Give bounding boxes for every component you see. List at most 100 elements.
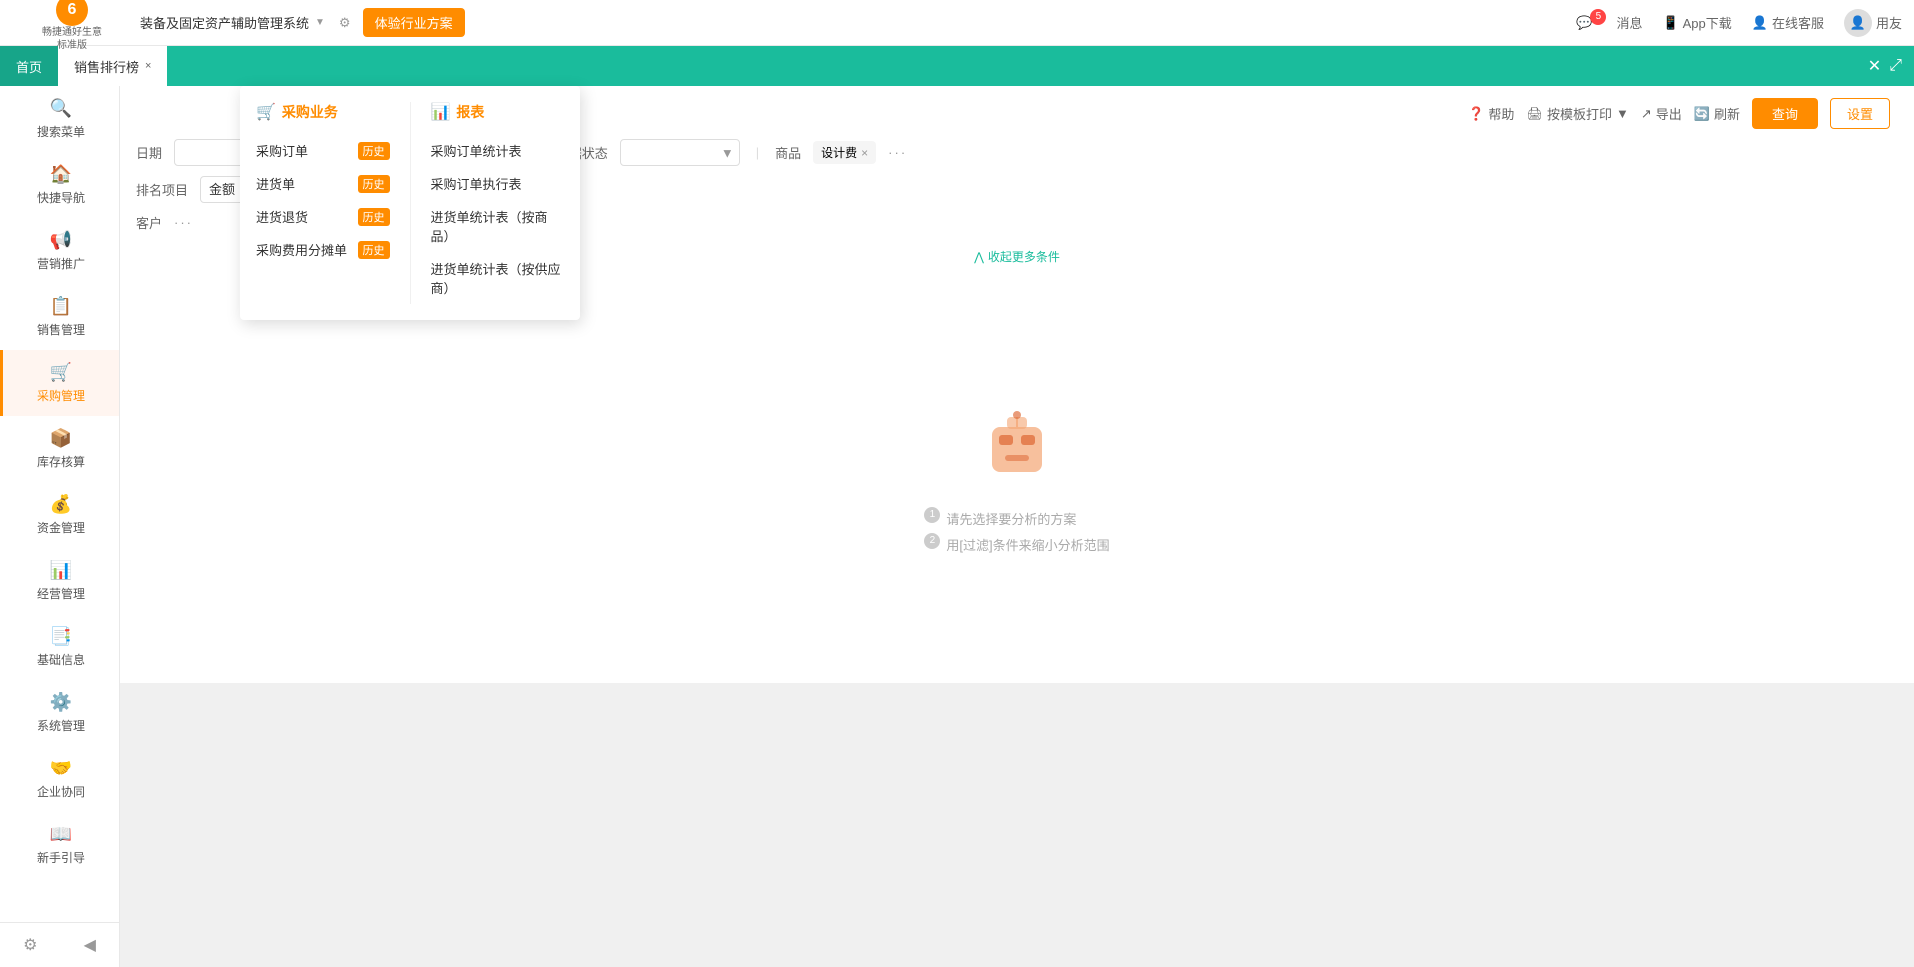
dropdown-item-purchase-expense[interactable]: 采购费用分摊单 历史: [256, 233, 390, 266]
print-label: 按模板打印: [1547, 104, 1612, 123]
sidebar-search-label: 搜索菜单: [37, 123, 85, 140]
doc-status-select[interactable]: [620, 139, 740, 166]
sidebar-basics-label: 基础信息: [37, 651, 85, 668]
sidebar-item-cooperation[interactable]: 🤝 企业协同: [0, 746, 119, 812]
sidebar-purchase-label: 采购管理: [37, 387, 85, 404]
dropdown-item-inbound[interactable]: 进货单 历史: [256, 167, 390, 200]
collapse-icon: ⋀: [974, 250, 984, 264]
system-icon: ⚙️: [50, 692, 72, 713]
refresh-icon: 🔄: [1694, 106, 1710, 122]
customer-more-dots[interactable]: ···: [174, 215, 193, 230]
empty-tip-1: 1 请先选择要分析的方案: [924, 507, 1109, 533]
empty-robot-svg: [977, 407, 1057, 487]
dropdown-po-exec-label: 采购订单执行表: [431, 174, 522, 193]
sidebar-collapse-icon[interactable]: ◀: [84, 935, 96, 955]
tab-close-icon[interactable]: ×: [145, 60, 151, 72]
sidebar-item-search[interactable]: 🔍 搜索菜单: [0, 86, 119, 152]
content-area: 🛒 采购业务 采购订单 历史 进货单 历史 进货退货 历史 采购费用分摊单: [120, 86, 1914, 967]
dropdown-col-report: 📊 报表 采购订单统计表 采购订单执行表 进货单统计表（按商品） 进货单统计表（…: [431, 102, 565, 304]
sidebar-item-guide[interactable]: 📖 新手引导: [0, 812, 119, 878]
tab-sales-rank[interactable]: 销售排行榜 ×: [58, 46, 167, 86]
sidebar-item-sales[interactable]: 📋 销售管理: [0, 284, 119, 350]
dropdown-po-stats-label: 采购订单统计表: [431, 141, 522, 160]
dropdown-item-purchase-order[interactable]: 采购订单 历史: [256, 134, 390, 167]
app-download-label: App下载: [1683, 13, 1732, 32]
sidebar-sales-label: 销售管理: [37, 321, 85, 338]
goods-tag-item: 设计费 ×: [813, 141, 876, 164]
help-icon: ❓: [1468, 106, 1484, 122]
customer-label: 客户: [136, 213, 162, 232]
settings-gear-icon[interactable]: ⚙: [339, 15, 351, 31]
dropdown-item-po-stats[interactable]: 采购订单统计表: [431, 134, 565, 167]
online-service-btn[interactable]: 👤 在线客服: [1752, 13, 1824, 32]
sidebar-bottom: ⚙ ◀: [0, 922, 119, 967]
sidebar-item-finance[interactable]: 💰 资金管理: [0, 482, 119, 548]
sidebar-item-operations[interactable]: 📊 经营管理: [0, 548, 119, 614]
sidebar-item-marketing[interactable]: 📢 营销推广: [0, 218, 119, 284]
message-btn[interactable]: 💬 5 消息: [1576, 13, 1642, 32]
user-area[interactable]: 👤 用友: [1844, 9, 1902, 37]
tab-maximize-icon[interactable]: ⤢: [1889, 57, 1902, 75]
sidebar-finance-label: 资金管理: [37, 519, 85, 536]
top-bar: 6 畅捷通好生意 标准版 装备及固定资产辅助管理系统 ▼ ⚙ 体验行业方案 💬 …: [0, 0, 1914, 46]
query-btn[interactable]: 查询: [1752, 98, 1818, 129]
sidebar: 🔍 搜索菜单 🏠 快捷导航 📢 营销推广 📋 销售管理 🛒 采购管理 📦 库存核…: [0, 86, 120, 967]
dropdown-inbound-return-label: 进货退货: [256, 207, 308, 226]
sidebar-marketing-label: 营销推广: [37, 255, 85, 272]
goods-tag-close[interactable]: ×: [861, 146, 868, 160]
sidebar-system-label: 系统管理: [37, 717, 85, 734]
cooperation-icon: 🤝: [50, 758, 72, 779]
industry-btn[interactable]: 体验行业方案: [363, 8, 465, 37]
inventory-icon: 📦: [50, 428, 72, 449]
dropdown-inbound-stats-supplier-label: 进货单统计表（按供应商）: [431, 259, 565, 297]
goods-label: 商品: [775, 143, 801, 162]
app-download-btn[interactable]: 📱 App下载: [1662, 13, 1731, 32]
purchase-icon: 🛒: [50, 362, 72, 383]
logo-line2: 标准版: [57, 40, 87, 51]
logo-area: 6 畅捷通好生意 标准版: [12, 0, 132, 52]
top-right-area: 💬 5 消息 📱 App下载 👤 在线客服 👤 用友: [1576, 9, 1902, 37]
tab-home[interactable]: 首页: [0, 46, 58, 86]
main-layout: 🔍 搜索菜单 🏠 快捷导航 📢 营销推广 📋 销售管理 🛒 采购管理 📦 库存核…: [0, 86, 1914, 967]
inbound-history-badge: 历史: [358, 175, 390, 193]
dropdown-inbound-stats-goods-label: 进货单统计表（按商品）: [431, 207, 565, 245]
dropdown-panel: 🛒 采购业务 采购订单 历史 进货单 历史 进货退货 历史 采购费用分摊单: [240, 86, 580, 320]
purchase-expense-history-badge: 历史: [358, 241, 390, 259]
empty-text: 1 请先选择要分析的方案 2 用[过滤]条件来缩小分析范围: [924, 507, 1109, 559]
empty-icon: [977, 407, 1057, 487]
basics-icon: 📑: [50, 626, 72, 647]
online-service-label: 在线客服: [1772, 13, 1824, 32]
dropdown-purchase-title-text: 采购业务: [282, 102, 338, 122]
sidebar-item-purchase[interactable]: 🛒 采购管理: [0, 350, 119, 416]
export-btn[interactable]: ↗ 导出: [1641, 104, 1682, 123]
sidebar-item-basics[interactable]: 📑 基础信息: [0, 614, 119, 680]
guide-icon: 📖: [50, 824, 72, 845]
dropdown-item-inbound-stats-goods[interactable]: 进货单统计表（按商品）: [431, 200, 565, 252]
goods-more-dots[interactable]: ···: [888, 145, 907, 160]
system-title-area: 装备及固定资产辅助管理系统 ▼ ⚙: [140, 13, 351, 32]
goods-tag-text: 设计费: [821, 144, 857, 161]
dropdown-col-purchase-title: 🛒 采购业务: [256, 102, 390, 122]
sidebar-item-system[interactable]: ⚙️ 系统管理: [0, 680, 119, 746]
tab-bar-end: ✕ ⤢: [1868, 56, 1914, 76]
refresh-btn[interactable]: 🔄 刷新: [1694, 104, 1740, 123]
help-label: 帮助: [1488, 104, 1514, 123]
user-avatar: 👤: [1844, 9, 1872, 37]
dropdown-item-inbound-return[interactable]: 进货退货 历史: [256, 200, 390, 233]
system-title-chevron[interactable]: ▼: [315, 17, 325, 28]
filter-settings-btn[interactable]: 设置: [1830, 98, 1890, 129]
sidebar-settings-icon[interactable]: ⚙: [23, 935, 37, 955]
home-icon: 🏠: [50, 164, 72, 185]
print-icon: 🖨: [1526, 106, 1543, 122]
sidebar-item-inventory[interactable]: 📦 库存核算: [0, 416, 119, 482]
dropdown-item-po-exec[interactable]: 采购订单执行表: [431, 167, 565, 200]
sidebar-item-quicknav[interactable]: 🏠 快捷导航: [0, 152, 119, 218]
sidebar-cooperation-label: 企业协同: [37, 783, 85, 800]
dropdown-item-inbound-stats-supplier[interactable]: 进货单统计表（按供应商）: [431, 252, 565, 304]
help-btn[interactable]: ❓ 帮助: [1468, 104, 1514, 123]
print-btn[interactable]: 🖨 按模板打印 ▼: [1526, 104, 1628, 123]
dropdown-divider: [410, 102, 411, 304]
inbound-return-history-badge: 历史: [358, 208, 390, 226]
tab-close-window-icon[interactable]: ✕: [1868, 56, 1881, 76]
logo-icon: 6: [56, 0, 88, 26]
